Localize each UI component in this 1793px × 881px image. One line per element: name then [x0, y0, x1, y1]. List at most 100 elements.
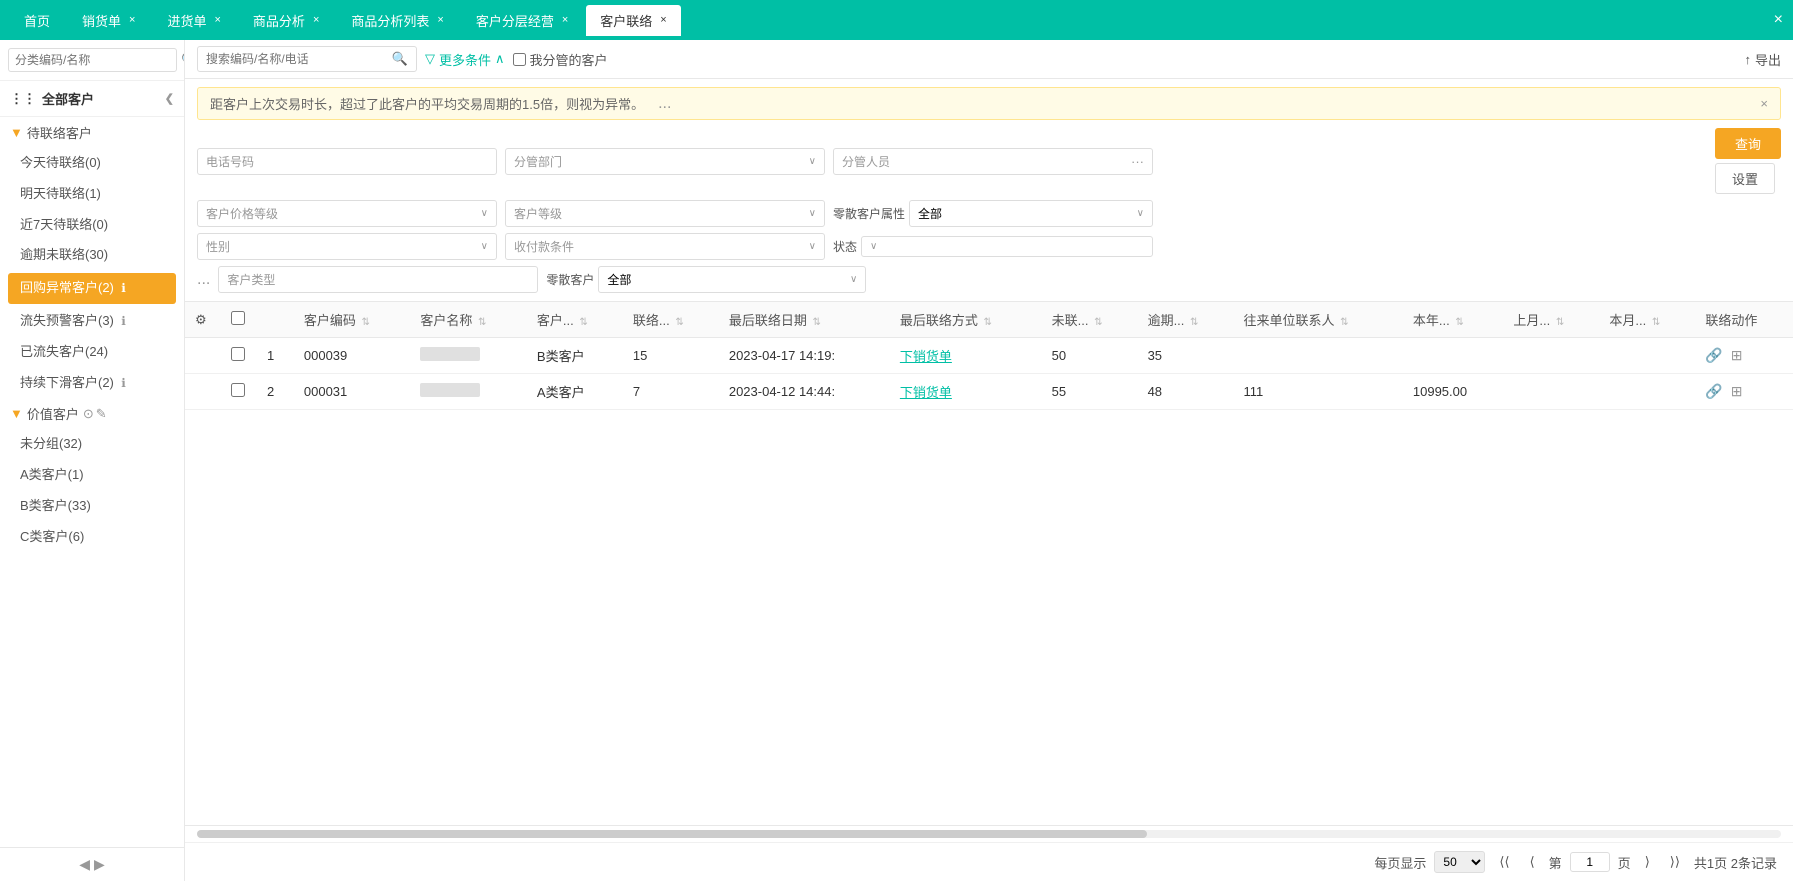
nav-customer-contact[interactable]: 客户联络 ×: [586, 5, 680, 36]
export-button[interactable]: ↑ 导出: [1744, 50, 1781, 69]
page-input[interactable]: [1570, 852, 1610, 872]
my-customers-check[interactable]: 我分管的客户: [513, 50, 608, 69]
th-uncontacted[interactable]: 未联... ⇅: [1042, 302, 1138, 338]
dept-field[interactable]: 分管部门 ∨: [505, 148, 825, 175]
nav-home[interactable]: 首页: [10, 5, 64, 36]
status-field[interactable]: ∨: [861, 236, 1153, 257]
cell-settings: [185, 374, 221, 410]
retail-attr-field[interactable]: 全部 ∨: [909, 200, 1153, 227]
sidebar-item-already-lost[interactable]: 已流失客户(24): [0, 337, 184, 368]
filter-bar: 🔍 ▽ 更多条件 ∧ 我分管的客户 ↑ 导出: [185, 40, 1793, 79]
cell-last-contact-method[interactable]: 下销货单: [890, 374, 1042, 410]
tooltip-dots[interactable]: ...: [652, 95, 677, 113]
settings-button[interactable]: 设置: [1715, 163, 1775, 194]
cell-check[interactable]: [221, 374, 257, 410]
th-name[interactable]: 客户名称 ⇅: [410, 302, 527, 338]
sort-method-icon: ⇅: [984, 317, 992, 328]
sidebar-item-repurchase-abnormal[interactable]: 回购异常客户(2) ℹ: [8, 273, 176, 304]
price-level-field[interactable]: 客户价格等级 ∨: [197, 200, 497, 227]
cell-action: 🔗 ⊞: [1695, 338, 1793, 374]
th-this-month[interactable]: 本月... ⇅: [1599, 302, 1695, 338]
th-code[interactable]: 客户编码 ⇅: [294, 302, 411, 338]
sidebar-item-continuous-drop[interactable]: 持续下滑客户(2) ℹ: [0, 368, 184, 399]
th-unit-contact[interactable]: 往来单位联系人 ⇅: [1234, 302, 1403, 338]
search-input[interactable]: [206, 52, 392, 66]
th-last-contact-method[interactable]: 最后联络方式 ⇅: [890, 302, 1042, 338]
action-link-icon[interactable]: 🔗: [1705, 383, 1722, 400]
close-all-tabs[interactable]: ×: [1774, 11, 1783, 29]
action-grid-icon[interactable]: ⊞: [1731, 383, 1743, 400]
close-customer-contact[interactable]: ×: [660, 14, 666, 26]
nav-purchase-order[interactable]: 进货单 ×: [153, 5, 234, 36]
manager-field[interactable]: 分管人员 ···: [833, 148, 1153, 175]
more-conditions-btn[interactable]: ▽ 更多条件 ∧: [425, 50, 505, 69]
scroll-track: [197, 830, 1781, 838]
sidebar-item-b-class[interactable]: B类客户(33): [0, 491, 184, 522]
cell-action: 🔗 ⊞: [1695, 374, 1793, 410]
query-button[interactable]: 查询: [1715, 128, 1781, 159]
customer-type-field[interactable]: 客户类型: [218, 266, 538, 293]
close-purchase-order[interactable]: ×: [214, 14, 220, 26]
sort-name-icon: ⇅: [478, 317, 486, 328]
my-customers-checkbox[interactable]: [513, 53, 526, 66]
tooltip-close-icon[interactable]: ×: [1760, 96, 1768, 111]
sidebar-search-input[interactable]: [8, 48, 177, 72]
gender-field[interactable]: 性别 ∨: [197, 233, 497, 260]
nav-customer-tier[interactable]: 客户分层经营 ×: [462, 5, 582, 36]
th-type[interactable]: 客户... ⇅: [527, 302, 623, 338]
close-product-analysis[interactable]: ×: [313, 14, 319, 26]
phone-field[interactable]: 电话号码: [197, 148, 497, 175]
sidebar-prev-arrow[interactable]: ◀: [79, 856, 90, 873]
sidebar-next-arrow[interactable]: ▶: [94, 856, 105, 873]
prev-page-btn[interactable]: ⟨: [1524, 852, 1541, 872]
close-customer-tier[interactable]: ×: [562, 14, 568, 26]
first-page-btn[interactable]: ⟨⟨: [1493, 852, 1515, 872]
action-grid-icon[interactable]: ⊞: [1731, 347, 1743, 364]
th-checkbox[interactable]: [221, 302, 257, 338]
select-all-checkbox[interactable]: [231, 311, 245, 325]
cell-index: 2: [257, 374, 294, 410]
payment-field[interactable]: 收付款条件 ∨: [505, 233, 825, 260]
customer-level-field[interactable]: 客户等级 ∨: [505, 200, 825, 227]
th-overdue[interactable]: 逾期... ⇅: [1138, 302, 1234, 338]
row-checkbox[interactable]: [231, 383, 245, 397]
nav-sales-order[interactable]: 销货单 ×: [68, 5, 149, 36]
cell-last-month: [1503, 374, 1599, 410]
pending-group-label[interactable]: ▼ 待联络客户: [0, 117, 184, 148]
retail-customer-field[interactable]: 全部 ∨: [598, 266, 866, 293]
row4-dots[interactable]: ...: [197, 271, 210, 289]
th-last-contact-date[interactable]: 最后联络日期 ⇅: [719, 302, 890, 338]
action-link-icon[interactable]: 🔗: [1705, 347, 1722, 364]
sidebar-item-7days[interactable]: 近7天待联络(0): [0, 210, 184, 241]
sidebar-item-tomorrow[interactable]: 明天待联络(1): [0, 179, 184, 210]
sidebar-item-loss-warning[interactable]: 流失预警客户(3) ℹ: [0, 306, 184, 337]
th-settings[interactable]: ⚙: [185, 302, 221, 338]
sidebar-item-today[interactable]: 今天待联络(0): [0, 148, 184, 179]
cell-check[interactable]: [221, 338, 257, 374]
th-this-year[interactable]: 本年... ⇅: [1403, 302, 1504, 338]
nav-product-analysis-list[interactable]: 商品分析列表 ×: [337, 5, 457, 36]
value-customers-group[interactable]: ▼ 价值客户 ⊙ ✎: [0, 398, 184, 429]
cell-last-contact-method[interactable]: 下销货单: [890, 338, 1042, 374]
close-product-analysis-list[interactable]: ×: [437, 14, 443, 26]
next-page-btn[interactable]: ⟩: [1639, 852, 1656, 872]
last-page-btn[interactable]: ⟩⟩: [1664, 852, 1686, 872]
search-icon[interactable]: 🔍: [392, 51, 408, 67]
th-last-month[interactable]: 上月... ⇅: [1503, 302, 1599, 338]
nav-product-analysis[interactable]: 商品分析 ×: [239, 5, 333, 36]
sidebar-item-ungrouped[interactable]: 未分组(32): [0, 429, 184, 460]
horizontal-scrollbar[interactable]: [185, 825, 1793, 842]
settings-icon[interactable]: ⚙: [195, 312, 207, 327]
close-sales-order[interactable]: ×: [129, 14, 135, 26]
cell-overdue: 48: [1138, 374, 1234, 410]
all-customers-header[interactable]: ⋮⋮ 全部客户 ❮: [0, 81, 184, 117]
row-checkbox[interactable]: [231, 347, 245, 361]
sidebar-item-a-class[interactable]: A类客户(1): [0, 460, 184, 491]
page-size-select[interactable]: 50 100 200: [1434, 851, 1485, 873]
th-contacts[interactable]: 联络... ⇅: [623, 302, 719, 338]
sidebar-item-c-class[interactable]: C类客户(6): [0, 522, 184, 553]
sidebar-item-overdue[interactable]: 逾期未联络(30): [0, 240, 184, 271]
cell-overdue: 35: [1138, 338, 1234, 374]
scroll-thumb[interactable]: [197, 830, 1147, 838]
cell-code: 000039: [294, 338, 411, 374]
